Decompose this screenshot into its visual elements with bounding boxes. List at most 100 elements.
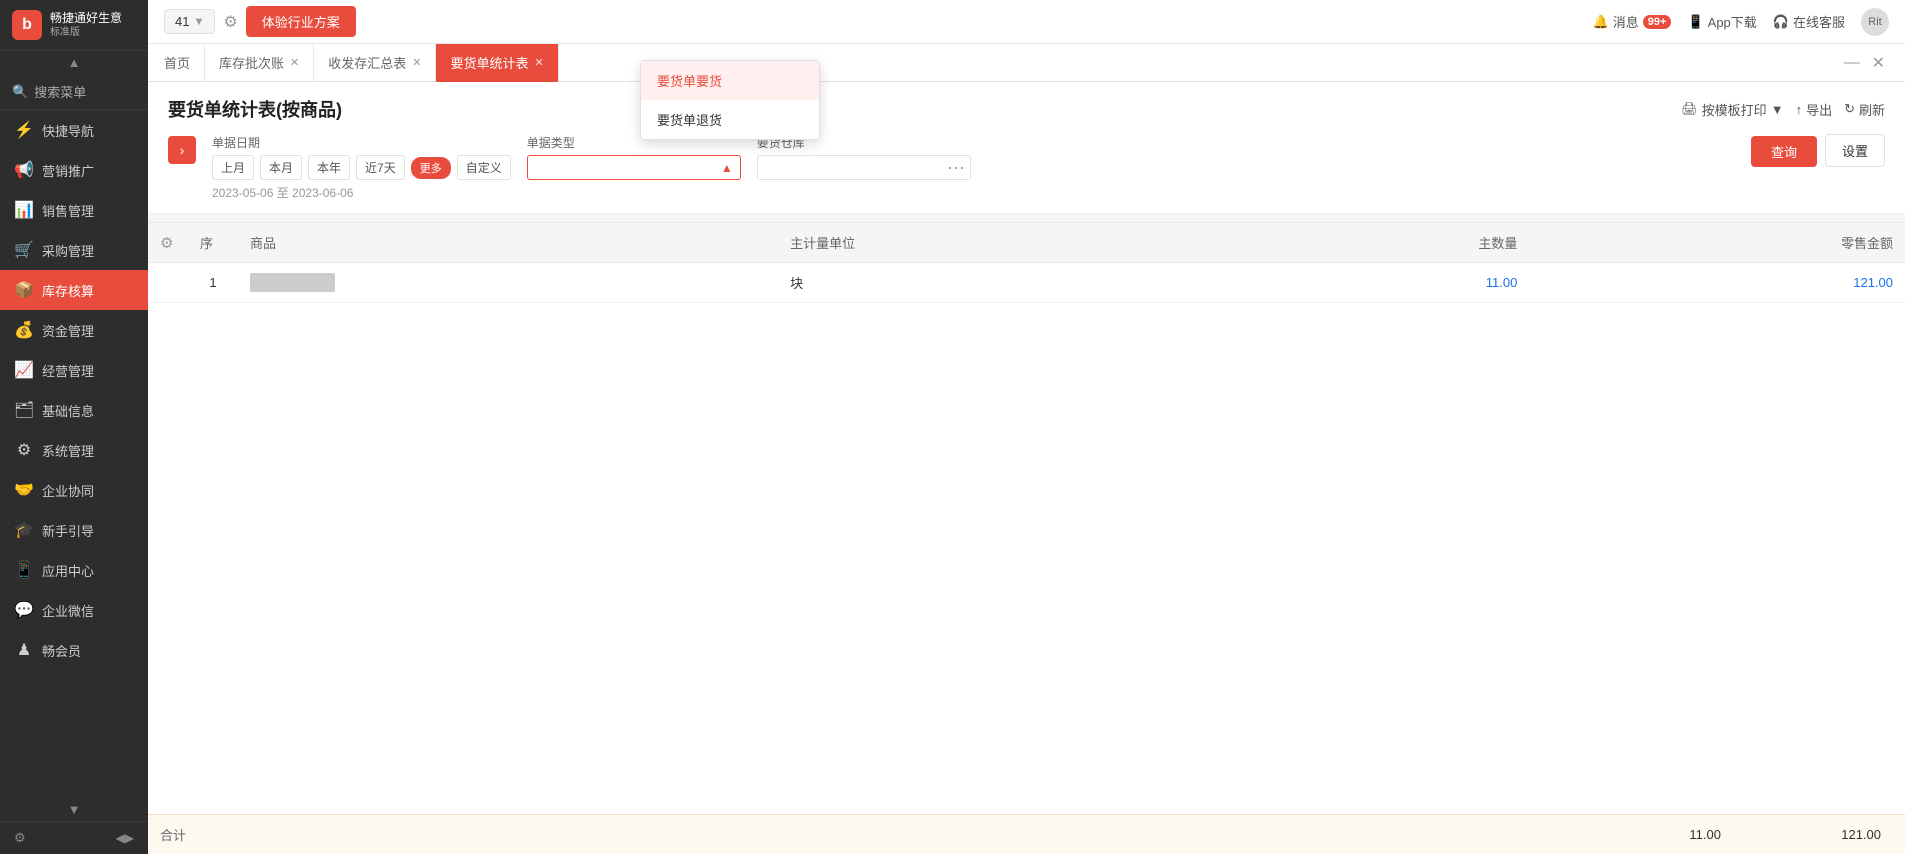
row-quantity: 11.00: [1218, 263, 1529, 303]
col-header-settings: ⚙: [148, 223, 188, 263]
warehouse-more-icon[interactable]: ···: [947, 157, 965, 178]
online-service-btn[interactable]: 🎧 在线客服: [1773, 12, 1845, 31]
col-header-amount: 零售金额: [1529, 223, 1905, 263]
sales-icon: 📊: [14, 200, 34, 220]
row-amount: 121.00: [1529, 263, 1905, 303]
refresh-btn[interactable]: ↻ 刷新: [1844, 100, 1885, 119]
footer-quantity: 11.00: [1689, 827, 1721, 842]
sidebar-item-sales[interactable]: 📊 销售管理: [0, 190, 148, 230]
topbar-left: 41 ▼ ⚙ 体验行业方案: [164, 6, 1581, 37]
tab-close-batch[interactable]: ✕: [290, 56, 299, 69]
page-content: 要货单统计表(按商品) 🖨 按模板打印 ▼ ↑ 导出 ↻ 刷新 ›: [148, 82, 1905, 854]
warehouse-input[interactable]: [757, 155, 971, 180]
tab-home[interactable]: 首页: [164, 44, 205, 82]
vip-icon: ♟: [14, 640, 34, 660]
table-settings-icon[interactable]: ⚙: [160, 235, 173, 252]
notifications-btn[interactable]: 🔔 消息 99+: [1593, 12, 1672, 31]
col-header-product: 商品: [238, 223, 778, 263]
query-btn[interactable]: 查询: [1751, 136, 1817, 167]
col-header-quantity: 主数量: [1218, 223, 1529, 263]
topbar-right: 🔔 消息 99+ 📱 App下载 🎧 在线客服 Rit: [1593, 8, 1889, 36]
sidebar-item-enterprise[interactable]: 🤝 企业协同: [0, 470, 148, 510]
filter-date-btns: 上月 本月 本年 近7天 更多 自定义: [212, 155, 511, 180]
table-container: ⚙ 序 商品 主计量单位 主数量 零售金额 1 ████ ████: [148, 222, 1905, 854]
enterprise-icon: 🤝: [14, 480, 34, 500]
phone-icon: 📱: [1687, 14, 1703, 30]
col-header-unit: 主计量单位: [778, 223, 1218, 263]
tabs-actions: — ✕: [1840, 49, 1889, 77]
date-btn-more[interactable]: 更多: [411, 157, 451, 179]
store-chevron-icon: ▼: [193, 16, 204, 28]
tab-minimize-btn[interactable]: —: [1840, 50, 1864, 76]
weixin-icon: 💬: [14, 600, 34, 620]
inventory-icon: 📦: [14, 280, 34, 300]
filter-date-group: 单据日期 上月 本月 本年 近7天 更多 自定义 2023-05-06 至 20…: [212, 134, 511, 201]
tab-close-summary[interactable]: ✕: [412, 56, 421, 69]
export-icon: ↑: [1796, 102, 1803, 117]
date-btn-custom[interactable]: 自定义: [457, 155, 511, 180]
table-row: 1 ████ ████ 块 11.00 121.00: [148, 263, 1905, 303]
dropdown-item-order-return[interactable]: 要货单退货: [641, 100, 819, 139]
filter-bar: › 单据日期 上月 本月 本年 近7天 更多 自定义 2023-05-06 至 …: [148, 122, 1905, 214]
sidebar-item-purchase[interactable]: 🛒 采购管理: [0, 230, 148, 270]
sidebar-item-quick-nav[interactable]: ⚡ 快捷导航: [0, 110, 148, 150]
filter-type-group: 单据类型 ▲: [527, 134, 741, 180]
sidebar-collapse-btn[interactable]: ◀▶: [116, 831, 134, 845]
trial-btn[interactable]: 体验行业方案: [246, 6, 356, 37]
sidebar-scroll-down[interactable]: ▼: [0, 798, 148, 821]
sidebar-item-inventory[interactable]: 📦 库存核算: [0, 270, 148, 310]
marketing-icon: 📢: [14, 160, 34, 180]
filter-action-btns: 查询 设置: [1751, 134, 1885, 169]
filter-expand-btn[interactable]: ›: [168, 136, 196, 164]
guide-icon: 🎓: [14, 520, 34, 540]
user-avatar[interactable]: Rit: [1861, 8, 1889, 36]
sidebar-item-marketing[interactable]: 📢 营销推广: [0, 150, 148, 190]
sidebar-item-finance[interactable]: 💰 资金管理: [0, 310, 148, 350]
bell-icon: 🔔: [1593, 14, 1609, 30]
sidebar-scroll-up[interactable]: ▲: [0, 51, 148, 74]
sidebar-search[interactable]: 🔍 搜索菜单: [0, 74, 148, 110]
refresh-icon: ↻: [1844, 101, 1855, 117]
main-area: 41 ▼ ⚙ 体验行业方案 🔔 消息 99+ 📱 App下载 🎧 在线客服 Ri…: [148, 0, 1905, 854]
tab-summary[interactable]: 收发存汇总表 ✕: [314, 44, 436, 82]
sidebar-item-weixin[interactable]: 💬 企业微信: [0, 590, 148, 630]
sidebar-item-vip[interactable]: ♟ 畅会员: [0, 630, 148, 670]
date-btn-last-7days[interactable]: 近7天: [356, 155, 405, 180]
sidebar-item-appstore[interactable]: 📱 应用中心: [0, 550, 148, 590]
app-download-btn[interactable]: 📱 App下载: [1687, 12, 1756, 31]
filter-warehouse-group: 要货仓库 ···: [757, 134, 971, 180]
row-product: ████ ████: [238, 263, 778, 303]
sidebar-item-guide[interactable]: 🎓 新手引导: [0, 510, 148, 550]
tab-batch[interactable]: 库存批次账 ✕: [205, 44, 314, 82]
footer-label: 合计: [160, 825, 186, 844]
logo-icon: b: [12, 10, 42, 40]
type-select-input[interactable]: [527, 155, 741, 180]
sidebar-item-system[interactable]: ⚙ 系统管理: [0, 430, 148, 470]
type-chevron-icon[interactable]: ▲: [721, 161, 733, 175]
print-btn[interactable]: 🖨 按模板打印 ▼: [1681, 100, 1783, 119]
page-header-actions: 🖨 按模板打印 ▼ ↑ 导出 ↻ 刷新: [1681, 100, 1885, 119]
sidebar-item-operations[interactable]: 📈 经营管理: [0, 350, 148, 390]
brand-name: 畅捷通好生意 标准版: [50, 11, 122, 40]
sidebar-item-basic[interactable]: 🗂 基础信息: [0, 390, 148, 430]
sidebar-settings-icon[interactable]: ⚙: [14, 830, 26, 846]
row-seq: [148, 263, 188, 303]
system-icon: ⚙: [14, 440, 34, 460]
filter-date-range: 2023-05-06 至 2023-06-06: [212, 184, 511, 201]
sidebar-footer: ⚙ ◀▶: [0, 821, 148, 854]
export-btn[interactable]: ↑ 导出: [1796, 100, 1833, 119]
tab-close-order-stats[interactable]: ✕: [535, 56, 544, 69]
date-btn-this-year[interactable]: 本年: [308, 155, 350, 180]
search-icon: 🔍: [12, 84, 28, 100]
data-table: ⚙ 序 商品 主计量单位 主数量 零售金额 1 ████ ████: [148, 222, 1905, 303]
tab-order-stats[interactable]: 要货单统计表 ✕: [436, 44, 558, 82]
topbar-gear-icon[interactable]: ⚙: [223, 12, 237, 32]
dropdown-item-order-goods[interactable]: 要货单要货: [641, 82, 819, 100]
store-selector[interactable]: 41 ▼: [164, 9, 215, 34]
date-btn-this-month[interactable]: 本月: [260, 155, 302, 180]
print-icon: 🖨: [1681, 101, 1698, 117]
tab-close-all-btn[interactable]: ✕: [1868, 49, 1889, 77]
date-btn-last-month[interactable]: 上月: [212, 155, 254, 180]
filter-settings-btn[interactable]: 设置: [1825, 134, 1885, 167]
row-unit: 块: [778, 263, 1218, 303]
